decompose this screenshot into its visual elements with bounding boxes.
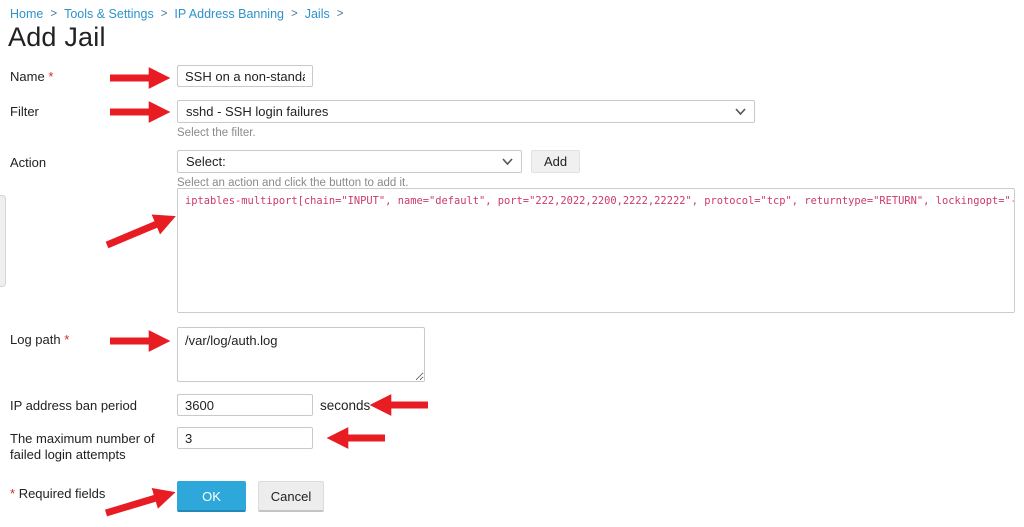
breadcrumb-separator: > <box>291 8 298 20</box>
required-note-text: Required fields <box>18 486 106 501</box>
ban-period-unit: seconds <box>320 398 371 413</box>
add-action-button[interactable]: Add <box>531 150 581 173</box>
filter-label-text: Filter <box>10 104 39 119</box>
filter-selected-value: sshd - SSH login failures <box>186 104 329 119</box>
chevron-down-icon <box>502 157 513 166</box>
log-path-textarea[interactable]: /var/log/auth.log <box>177 327 425 382</box>
cancel-button[interactable]: Cancel <box>258 481 324 512</box>
breadcrumb-separator: > <box>160 8 168 20</box>
breadcrumb-jails[interactable]: Jails <box>305 7 330 21</box>
breadcrumb-separator: > <box>50 8 58 20</box>
filter-help-text: Select the filter. <box>177 127 256 139</box>
breadcrumb-tools-settings[interactable]: Tools & Settings <box>64 7 154 21</box>
arrow-action-textarea <box>105 214 176 249</box>
max-attempts-label: The maximum number of failed login attem… <box>10 431 172 463</box>
arrow-ok-button <box>104 487 176 517</box>
action-label: Action <box>10 155 46 171</box>
ban-period-label-text: IP address ban period <box>10 398 137 413</box>
filter-select[interactable]: sshd - SSH login failures <box>177 100 755 123</box>
ban-period-label: IP address ban period <box>10 398 137 414</box>
breadcrumb: Home > Tools & Settings > IP Address Ban… <box>10 7 343 21</box>
filter-label: Filter <box>10 104 39 120</box>
page-title: Add Jail <box>8 22 106 52</box>
action-value-textarea[interactable]: iptables-multiport[chain="INPUT", name="… <box>177 188 1015 313</box>
side-panel-handle <box>0 195 6 287</box>
log-path-label-text: Log path <box>10 332 61 347</box>
max-attempts-label-text: The maximum number of failed login attem… <box>10 431 155 462</box>
action-select[interactable]: Select: <box>177 150 522 173</box>
required-asterisk: * <box>64 332 70 347</box>
add-jail-page: Home > Tools & Settings > IP Address Ban… <box>0 0 1024 527</box>
breadcrumb-ip-address-banning[interactable]: IP Address Banning <box>174 7 284 21</box>
name-input[interactable] <box>177 65 313 87</box>
name-label: Name * <box>10 69 53 85</box>
breadcrumb-home[interactable]: Home <box>10 7 43 21</box>
ok-button[interactable]: OK <box>177 481 246 512</box>
required-fields-note: * Required fields <box>10 486 105 501</box>
ban-period-input[interactable] <box>177 394 313 416</box>
name-label-text: Name <box>10 69 45 84</box>
action-selected-value: Select: <box>186 154 226 169</box>
required-asterisk: * <box>10 486 16 501</box>
max-attempts-input[interactable] <box>177 427 313 449</box>
log-path-label: Log path * <box>10 332 69 348</box>
action-label-text: Action <box>10 155 47 170</box>
breadcrumb-separator: > <box>336 8 344 20</box>
chevron-down-icon <box>735 107 746 116</box>
required-asterisk: * <box>48 69 54 84</box>
